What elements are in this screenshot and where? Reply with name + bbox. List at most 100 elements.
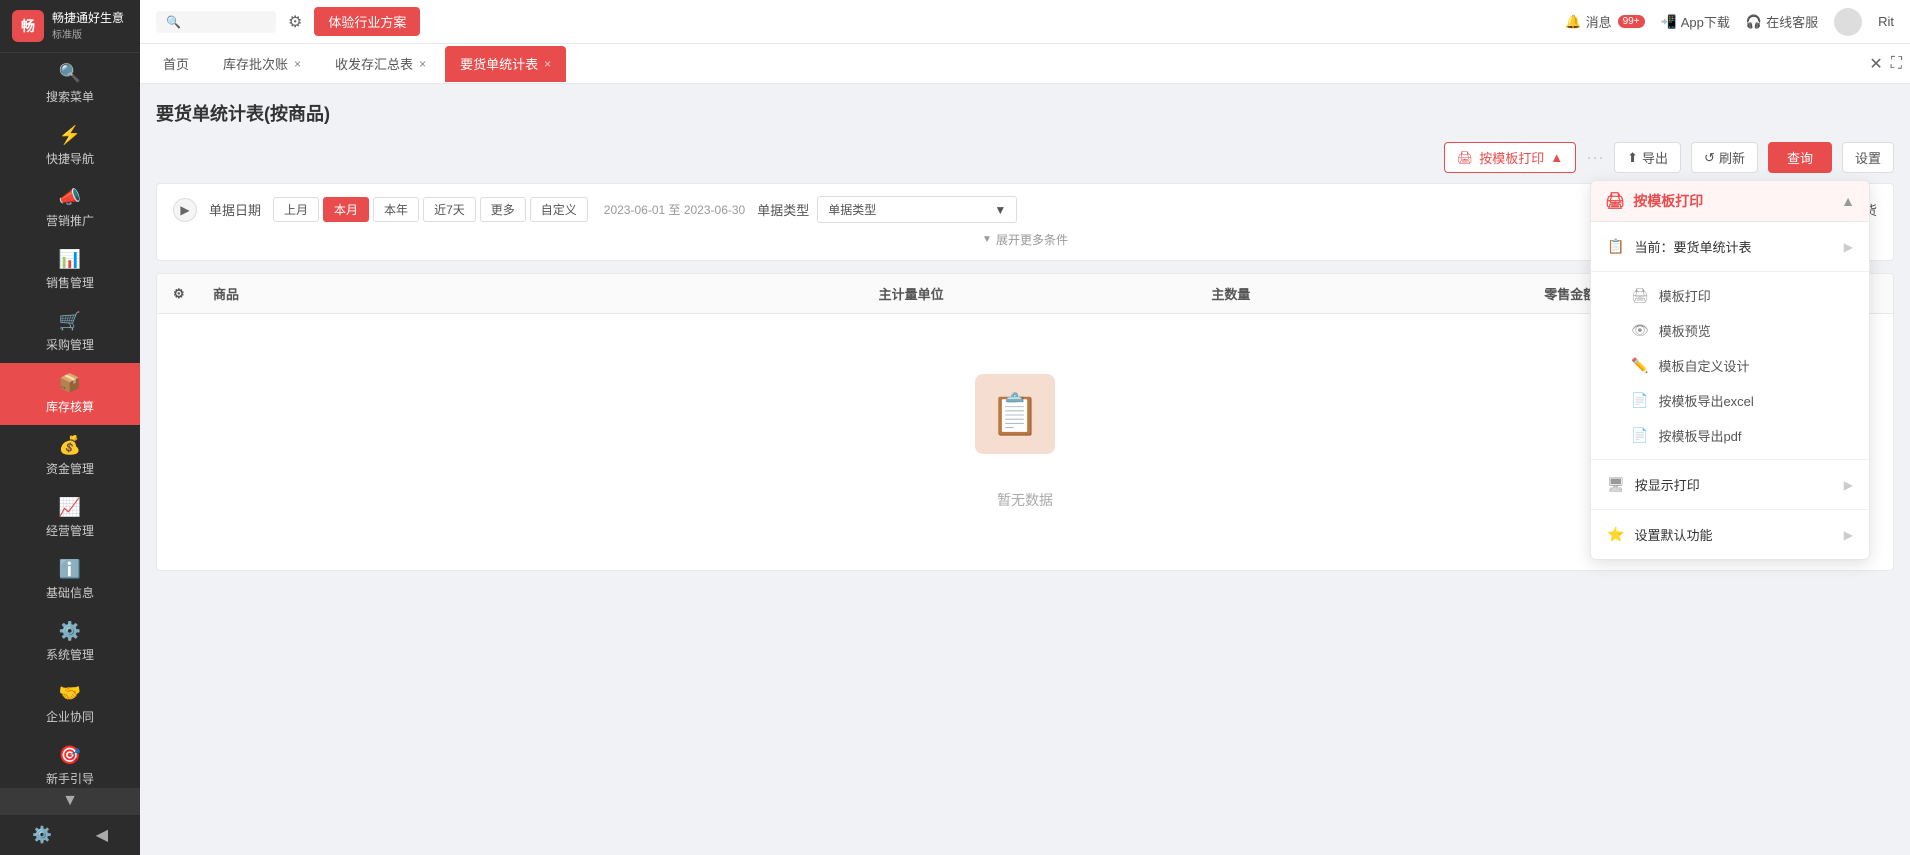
sidebar-item-label: 搜索菜单	[46, 88, 94, 105]
target-icon: 🎯	[59, 745, 81, 766]
tab-close-order-stats[interactable]: ×	[544, 57, 551, 71]
chevron-right-icon: ▶	[1844, 478, 1853, 492]
date-custom[interactable]: 自定义	[530, 197, 588, 222]
settings-icon[interactable]: ⚙	[288, 12, 302, 32]
chevron-up-icon: ▲	[1550, 150, 1563, 165]
headset-icon: 🎧	[1746, 14, 1762, 30]
dropdown-item-label: 模板打印	[1659, 286, 1711, 305]
print-header-icon: 🖨	[1605, 191, 1625, 211]
topbar: 🔍 ⚙ 体验行业方案 🔔 消息 99+ 📲 App下载 🎧 在线客服 Rit	[140, 0, 1910, 44]
dropdown-item-export-excel[interactable]: 📄 按模板导出excel	[1591, 383, 1869, 418]
tab-close-window[interactable]: ✕	[1869, 54, 1882, 74]
sidebar: 畅 畅捷通好生意 标准版 🔍 搜索菜单 ⚡ 快捷导航 📣 营销推广 📊 销售管理…	[0, 0, 140, 855]
tab-home[interactable]: 首页	[148, 46, 204, 82]
dropdown-set-default[interactable]: ⭐ 设置默认功能 ▶	[1591, 516, 1869, 553]
sidebar-item-enterprise[interactable]: 🤝 企业协同	[0, 673, 140, 735]
user-avatar[interactable]	[1834, 8, 1862, 36]
messages-btn[interactable]: 🔔 消息 99+	[1565, 12, 1644, 31]
dropdown-close-btn[interactable]: ▲	[1841, 193, 1855, 209]
sidebar-item-label: 库存核算	[46, 398, 94, 415]
print-icon: 🖨	[1631, 287, 1649, 304]
sidebar-footer: ⚙️ ◀	[0, 814, 140, 855]
default-icon: ⭐	[1607, 526, 1624, 543]
dropdown-title: 按模板打印	[1633, 191, 1703, 211]
collapse-icon[interactable]: ◀	[96, 825, 108, 845]
online-service-btn[interactable]: 🎧 在线客服	[1746, 12, 1818, 31]
tabbar: 首页 库存批次账 × 收发存汇总表 × 要货单统计表 × ✕ ⛶	[140, 44, 1910, 84]
dropdown-item-template-preview[interactable]: 👁 模板预览	[1591, 313, 1869, 348]
refresh-btn[interactable]: ↺ 刷新	[1691, 142, 1758, 173]
logo-icon: 畅	[12, 10, 44, 42]
set-default-label: 设置默认功能	[1634, 525, 1712, 544]
dropdown-header: 🖨 按模板打印 ▲	[1591, 181, 1869, 222]
print-icon: 🖨	[1457, 150, 1474, 166]
download-icon: 📲	[1661, 14, 1677, 30]
sidebar-item-label: 经营管理	[46, 522, 94, 539]
sidebar-item-sales[interactable]: 📊 销售管理	[0, 239, 140, 301]
trending-icon: 📈	[59, 497, 81, 518]
date-current-month[interactable]: 本月	[323, 197, 369, 222]
export-btn[interactable]: ⬆ 导出	[1614, 142, 1681, 173]
sidebar-item-search[interactable]: 🔍 搜索菜单	[0, 53, 140, 115]
more-options-icon[interactable]: ···	[1586, 147, 1604, 168]
date-7days[interactable]: 近7天	[423, 197, 476, 222]
sidebar-item-basic[interactable]: ℹ️ 基础信息	[0, 549, 140, 611]
lightning-icon: ⚡	[59, 125, 81, 146]
sidebar-item-system[interactable]: ⚙️ 系统管理	[0, 611, 140, 673]
empty-text: 暂无数据	[997, 490, 1053, 510]
sidebar-item-finance[interactable]: 💰 资金管理	[0, 425, 140, 487]
display-print-icon: 🖥	[1607, 476, 1625, 493]
settings-icon[interactable]: ⚙	[173, 286, 185, 301]
sidebar-item-label: 销售管理	[46, 274, 94, 291]
tab-inventory-batch[interactable]: 库存批次账 ×	[208, 46, 316, 82]
sidebar-scroll-down[interactable]: ▼	[0, 788, 140, 814]
chevron-down-icon: ▼	[982, 234, 992, 245]
date-prev-month[interactable]: 上月	[273, 197, 319, 222]
tab-close-inventory-batch[interactable]: ×	[294, 57, 301, 71]
gear-icon: ⚙️	[59, 621, 81, 642]
app-download-btn[interactable]: 📲 App下载	[1661, 12, 1730, 31]
chevron-right-icon: ▶	[1844, 528, 1853, 542]
tabbar-actions: ✕ ⛶	[1869, 54, 1902, 74]
dropdown-current-section: 📋 当前：要货单统计表 ▶	[1591, 222, 1869, 272]
sidebar-item-inventory[interactable]: 📦 库存核算	[0, 363, 140, 425]
query-btn[interactable]: 查询	[1768, 142, 1832, 173]
sidebar-item-label: 系统管理	[46, 646, 94, 663]
sidebar-item-quick-nav[interactable]: ⚡ 快捷导航	[0, 115, 140, 177]
tab-collect-summary[interactable]: 收发存汇总表 ×	[320, 46, 441, 82]
sidebar-item-guide[interactable]: 🎯 新手引导	[0, 735, 140, 788]
bell-icon: 🔔	[1565, 14, 1581, 30]
search-icon: 🔍	[166, 15, 181, 29]
global-search[interactable]: 🔍	[156, 11, 276, 33]
print-template-btn[interactable]: 🖨 按模板打印 ▲	[1444, 142, 1576, 173]
dropdown-current-item[interactable]: 📋 当前：要货单统计表 ▶	[1591, 228, 1869, 265]
excel-icon: 📄	[1631, 392, 1648, 409]
dropdown-item-template-custom[interactable]: ✏️ 模板自定义设计	[1591, 348, 1869, 383]
sidebar-item-business[interactable]: 📈 经营管理	[0, 487, 140, 549]
settings-btn[interactable]: 设置	[1842, 142, 1894, 173]
messages-badge: 99+	[1618, 15, 1645, 28]
dropdown-item-template-print[interactable]: 🖨 模板打印	[1591, 278, 1869, 313]
date-more[interactable]: 更多	[480, 197, 526, 222]
settings-icon[interactable]: ⚙️	[32, 825, 52, 845]
dropdown-item-label: 模板自定义设计	[1658, 356, 1749, 375]
filter-toggle-btn[interactable]: ▶	[173, 198, 197, 222]
dropdown-item-export-pdf[interactable]: 📄 按模板导出pdf	[1591, 418, 1869, 453]
trial-button[interactable]: 体验行业方案	[314, 7, 420, 36]
expand-label: 展开更多条件	[996, 231, 1068, 248]
sidebar-item-label: 营销推广	[46, 212, 94, 229]
sidebar-item-marketing[interactable]: 📣 营销推广	[0, 177, 140, 239]
display-print-label: 按显示打印	[1635, 475, 1700, 494]
date-current-year[interactable]: 本年	[373, 197, 419, 222]
tab-close-collect-summary[interactable]: ×	[419, 57, 426, 71]
chevron-up-icon: ▲	[1841, 193, 1855, 209]
type-filter-select[interactable]: 单据类型 ▼	[817, 196, 1017, 223]
tab-maximize[interactable]: ⛶	[1891, 55, 1902, 73]
dropdown-default-section: ⭐ 设置默认功能 ▶	[1591, 510, 1869, 559]
col-qty-header: 主数量	[1211, 284, 1544, 303]
sidebar-item-purchase[interactable]: 🛒 采购管理	[0, 301, 140, 363]
chevron-right-icon: ▶	[1844, 240, 1853, 254]
col-product-header: 商品	[213, 284, 879, 303]
tab-order-stats[interactable]: 要货单统计表 ×	[445, 46, 566, 82]
dropdown-display-print[interactable]: 🖥 按显示打印 ▶	[1591, 466, 1869, 503]
